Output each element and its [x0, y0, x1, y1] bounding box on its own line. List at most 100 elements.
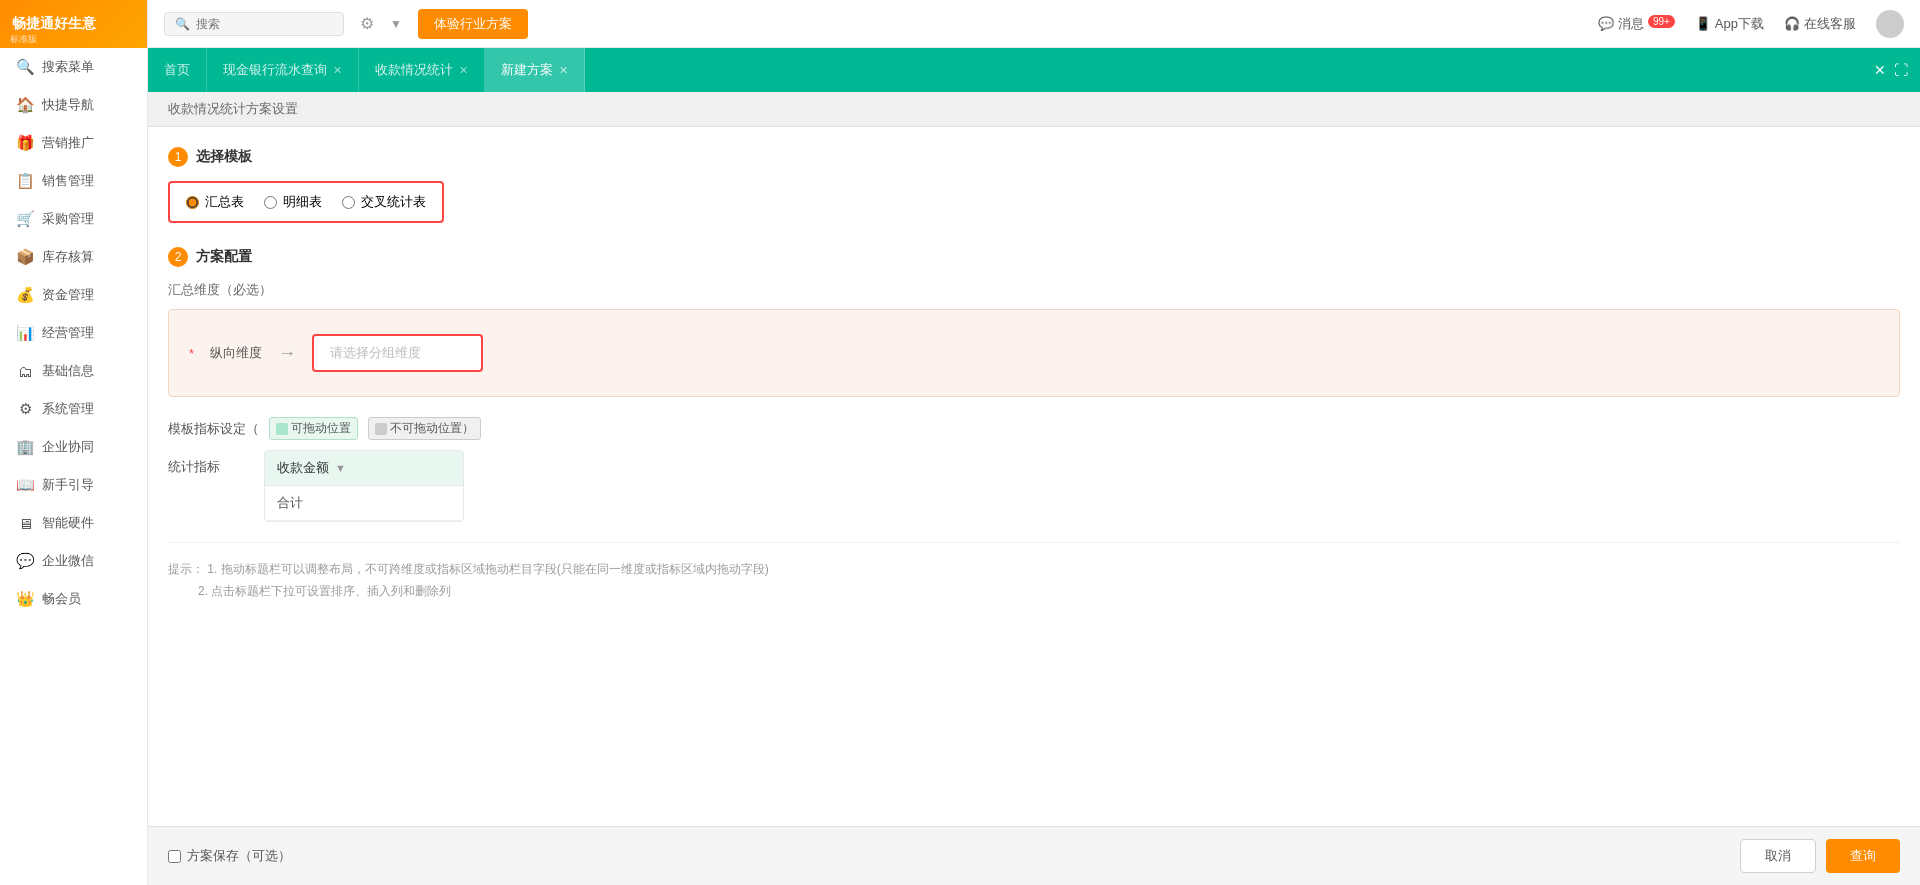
topbar: 🔍 ⚙ ▼ 体验行业方案 💬 消息 99+ 📱 App下载 🎧 在线客服 — [148, 0, 1920, 48]
metrics-header-text: 收款金额 — [277, 459, 329, 477]
tip2-content: 2. 点击标题栏下拉可设置排序、插入列和删除列 — [168, 581, 1900, 603]
settings-icon[interactable]: ⚙ — [360, 14, 374, 33]
logo-badge: 标准版 — [10, 33, 37, 46]
save-checkbox-text: 方案保存（可选） — [187, 847, 291, 865]
search-icon: 🔍 — [175, 17, 190, 31]
movable-indicator — [276, 423, 288, 435]
tab-receipts-stat-label: 收款情况统计 — [375, 61, 453, 79]
radio-summary[interactable] — [186, 196, 199, 209]
purchase-icon: 🛒 — [16, 210, 34, 228]
content-area: 收款情况统计方案设置 1 选择模板 汇总表 明细表 — [148, 92, 1920, 885]
dimension-area: * 纵向维度 → 请选择分组维度 — [168, 309, 1900, 397]
sidebar-item-label: 基础信息 — [42, 362, 94, 380]
notification-item[interactable]: 💬 消息 99+ — [1598, 15, 1675, 33]
topbar-right: 💬 消息 99+ 📱 App下载 🎧 在线客服 — [1598, 10, 1904, 38]
radio-cross[interactable] — [342, 196, 355, 209]
online-service-item[interactable]: 🎧 在线客服 — [1784, 15, 1856, 33]
tip1-text: 1. 拖动标题栏可以调整布局，不可跨维度或指标区域拖动栏目字段(只能在同一维度或… — [207, 562, 768, 576]
option-cross-label: 交叉统计表 — [361, 193, 426, 211]
sidebar-item-label: 智能硬件 — [42, 514, 94, 532]
tips-prefix: 提示： — [168, 562, 204, 576]
immovable-label: 不可拖动位置） — [390, 420, 474, 437]
sidebar-item-basic-info[interactable]: 🗂 基础信息 — [0, 352, 147, 390]
sidebar-item-wechat-biz[interactable]: 💬 企业微信 — [0, 542, 147, 580]
tips-content: 提示： 1. 拖动标题栏可以调整布局，不可跨维度或指标区域拖动栏目字段(只能在同… — [168, 559, 1900, 581]
save-checkbox[interactable] — [168, 850, 181, 863]
tab-expand-icon[interactable]: ⛶ — [1894, 62, 1908, 78]
arrow-icon: → — [278, 343, 296, 364]
sidebar-item-label: 搜索菜单 — [42, 58, 94, 76]
monitor-icon: 🖥 — [16, 515, 34, 532]
tabbar-actions: ✕ ⛶ — [1862, 48, 1920, 92]
step1-header: 1 选择模板 — [168, 147, 1900, 167]
tab-bank-flow[interactable]: 现金银行流水查询 ✕ — [207, 48, 359, 92]
tab-bank-flow-close[interactable]: ✕ — [333, 64, 342, 77]
content-body: 1 选择模板 汇总表 明细表 交叉统计表 — [148, 127, 1920, 826]
tab-bank-flow-label: 现金银行流水查询 — [223, 61, 327, 79]
chevron-down-icon[interactable]: ▼ — [390, 17, 402, 31]
sidebar-item-beginner[interactable]: 📖 新手引导 — [0, 466, 147, 504]
vertical-label: 纵向维度 — [210, 344, 262, 362]
step1-title: 选择模板 — [196, 148, 252, 166]
option-detail[interactable]: 明细表 — [264, 193, 322, 211]
search-input[interactable] — [196, 17, 316, 31]
query-button[interactable]: 查询 — [1826, 839, 1900, 873]
message-icon: 💬 — [1598, 16, 1614, 31]
option-summary[interactable]: 汇总表 — [186, 193, 244, 211]
sidebar-item-label: 企业协同 — [42, 438, 94, 456]
search-box[interactable]: 🔍 — [164, 12, 344, 36]
sidebar-item-search-menu[interactable]: 🔍 搜索菜单 — [0, 48, 147, 86]
dimension-label: 汇总维度（必选） — [168, 281, 1900, 299]
sidebar-item-finance[interactable]: 💰 资金管理 — [0, 276, 147, 314]
metrics-grid-header[interactable]: 收款金额 ▼ — [265, 451, 463, 486]
sidebar-item-sys-mgmt[interactable]: ⚙ 系统管理 — [0, 390, 147, 428]
step2-section: 2 方案配置 汇总维度（必选） * 纵向维度 → 请选择分组维度 — [168, 247, 1900, 602]
tab-close-icon[interactable]: ✕ — [1874, 62, 1886, 78]
stats-section-label-col: 统计指标 — [168, 450, 248, 522]
content-header-text: 收款情况统计方案设置 — [168, 101, 298, 116]
main-content: 🔍 ⚙ ▼ 体验行业方案 💬 消息 99+ 📱 App下载 🎧 在线客服 — [148, 0, 1920, 885]
tips-section: 提示： 1. 拖动标题栏可以调整布局，不可跨维度或指标区域拖动栏目字段(只能在同… — [168, 542, 1900, 602]
sidebar-item-smart-hw[interactable]: 🖥 智能硬件 — [0, 504, 147, 542]
sidebar-item-operations[interactable]: 📊 经营管理 — [0, 314, 147, 352]
sidebar-item-membership[interactable]: 👑 畅会员 — [0, 580, 147, 618]
config-section: 汇总维度（必选） * 纵向维度 → 请选择分组维度 — [168, 281, 1900, 602]
sidebar-item-label: 经营管理 — [42, 324, 94, 342]
app-download-item[interactable]: 📱 App下载 — [1695, 15, 1764, 33]
tab-home[interactable]: 首页 — [148, 48, 207, 92]
sidebar-item-label: 资金管理 — [42, 286, 94, 304]
trial-button[interactable]: 体验行业方案 — [418, 9, 528, 39]
sidebar-item-label: 库存核算 — [42, 248, 94, 266]
tab-receipts-stat-close[interactable]: ✕ — [459, 64, 468, 77]
metrics-label-row: 模板指标设定（ 可拖动位置 不可拖动位置） — [168, 417, 1900, 440]
sidebar-logo: 畅捷通好生意 标准版 — [0, 0, 147, 48]
tab-new-plan[interactable]: 新建方案 ✕ — [485, 48, 585, 92]
sidebar-item-sales[interactable]: 📋 销售管理 — [0, 162, 147, 200]
sidebar-item-inventory[interactable]: 📦 库存核算 — [0, 238, 147, 276]
cancel-button[interactable]: 取消 — [1740, 839, 1816, 873]
step1-section: 1 选择模板 汇总表 明细表 交叉统计表 — [168, 147, 1900, 223]
gear-icon: ⚙ — [16, 400, 34, 418]
sidebar-item-marketing[interactable]: 🎁 营销推广 — [0, 124, 147, 162]
finance-icon: 💰 — [16, 286, 34, 304]
tab-receipts-stat[interactable]: 收款情况统计 ✕ — [359, 48, 485, 92]
radio-detail[interactable] — [264, 196, 277, 209]
sidebar-item-label: 采购管理 — [42, 210, 94, 228]
sidebar-item-label: 企业微信 — [42, 552, 94, 570]
tab-new-plan-close[interactable]: ✕ — [559, 64, 568, 77]
sidebar-item-quick-nav[interactable]: 🏠 快捷导航 — [0, 86, 147, 124]
sidebar: 畅捷通好生意 标准版 🔍 搜索菜单 🏠 快捷导航 🎁 营销推广 📋 销售管理 🛒… — [0, 0, 148, 885]
service-icon: 🎧 — [1784, 16, 1800, 31]
sidebar-item-enterprise[interactable]: 🏢 企业协同 — [0, 428, 147, 466]
home-icon: 🏠 — [16, 96, 34, 114]
user-avatar[interactable] — [1876, 10, 1904, 38]
dimension-select[interactable]: 请选择分组维度 — [312, 334, 483, 372]
dropdown-icon[interactable]: ▼ — [335, 462, 346, 474]
save-checkbox-label[interactable]: 方案保存（可选） — [168, 847, 291, 865]
gift-icon: 🎁 — [16, 134, 34, 152]
sidebar-item-purchase[interactable]: 🛒 采购管理 — [0, 200, 147, 238]
option-cross[interactable]: 交叉统计表 — [342, 193, 426, 211]
step2-number: 2 — [168, 247, 188, 267]
online-service-label: 在线客服 — [1804, 15, 1856, 33]
movable-label: 可拖动位置 — [291, 420, 351, 437]
